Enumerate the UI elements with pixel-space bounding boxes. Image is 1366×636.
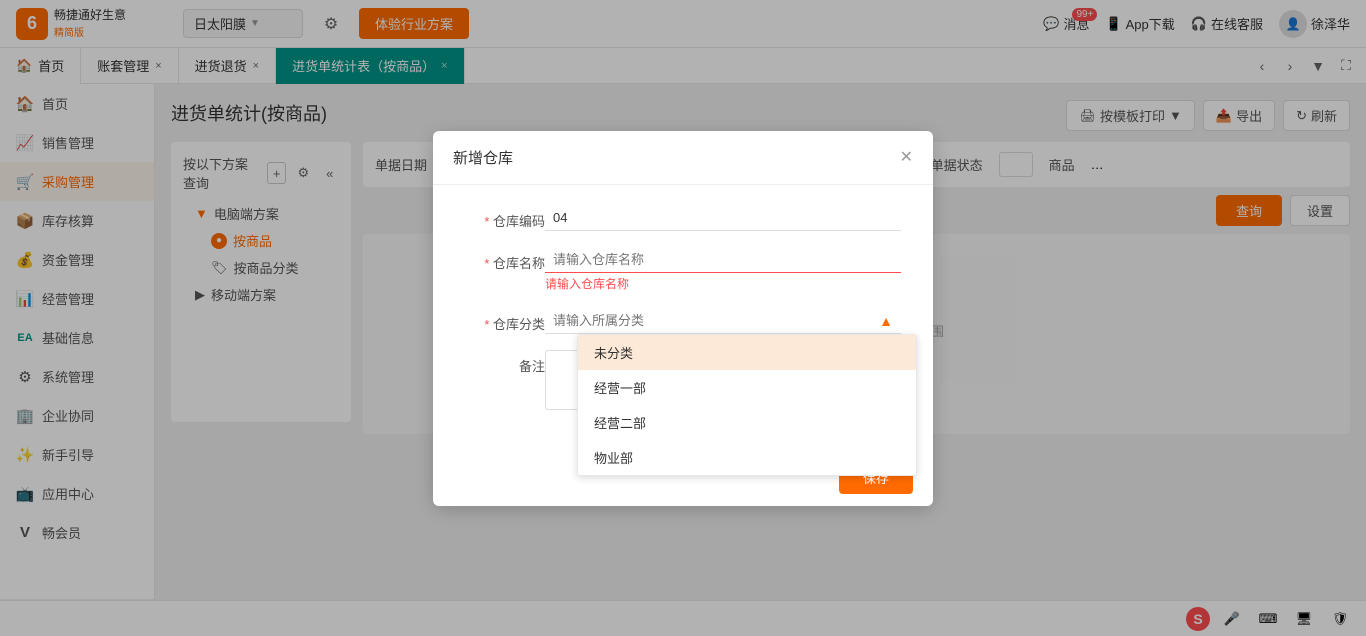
category-field: ▲ 未分类 经营一部 经营二部 物业部 <box>545 308 901 334</box>
dropdown-item-dept3[interactable]: 物业部 <box>578 440 916 475</box>
code-input[interactable] <box>545 205 901 231</box>
dialog-header: 新增仓库 ✕ <box>433 131 933 185</box>
name-input[interactable] <box>545 247 901 273</box>
name-error-msg: 请输入仓库名称 <box>545 275 901 292</box>
new-warehouse-dialog: 新增仓库 ✕ 仓库编码 仓库名称 请输入仓库名称 仓库分类 <box>433 131 933 506</box>
dialog-title: 新增仓库 <box>453 147 513 168</box>
form-row-code: 仓库编码 <box>465 205 901 231</box>
dropdown-item-uncat[interactable]: 未分类 <box>578 335 916 370</box>
name-field: 请输入仓库名称 <box>545 247 901 292</box>
code-field <box>545 205 901 231</box>
dropdown-item-dept2[interactable]: 经营二部 <box>578 405 916 440</box>
form-row-category: 仓库分类 ▲ 未分类 经营一部 经营二部 物业部 <box>465 308 901 334</box>
dialog-overlay: 新增仓库 ✕ 仓库编码 仓库名称 请输入仓库名称 仓库分类 <box>0 0 1366 636</box>
note-label: 备注 <box>465 350 545 375</box>
name-label: 仓库名称 <box>465 247 545 272</box>
form-row-name: 仓库名称 请输入仓库名称 <box>465 247 901 292</box>
category-input[interactable] <box>545 308 901 334</box>
category-arrow-icon[interactable]: ▲ <box>879 313 893 329</box>
category-dropdown: 未分类 经营一部 经营二部 物业部 <box>577 334 917 476</box>
dialog-body: 仓库编码 仓库名称 请输入仓库名称 仓库分类 ▲ <box>433 185 933 449</box>
category-label: 仓库分类 <box>465 308 545 333</box>
dialog-close-icon[interactable]: ✕ <box>900 147 913 167</box>
dropdown-item-dept1[interactable]: 经营一部 <box>578 370 916 405</box>
code-label: 仓库编码 <box>465 205 545 230</box>
